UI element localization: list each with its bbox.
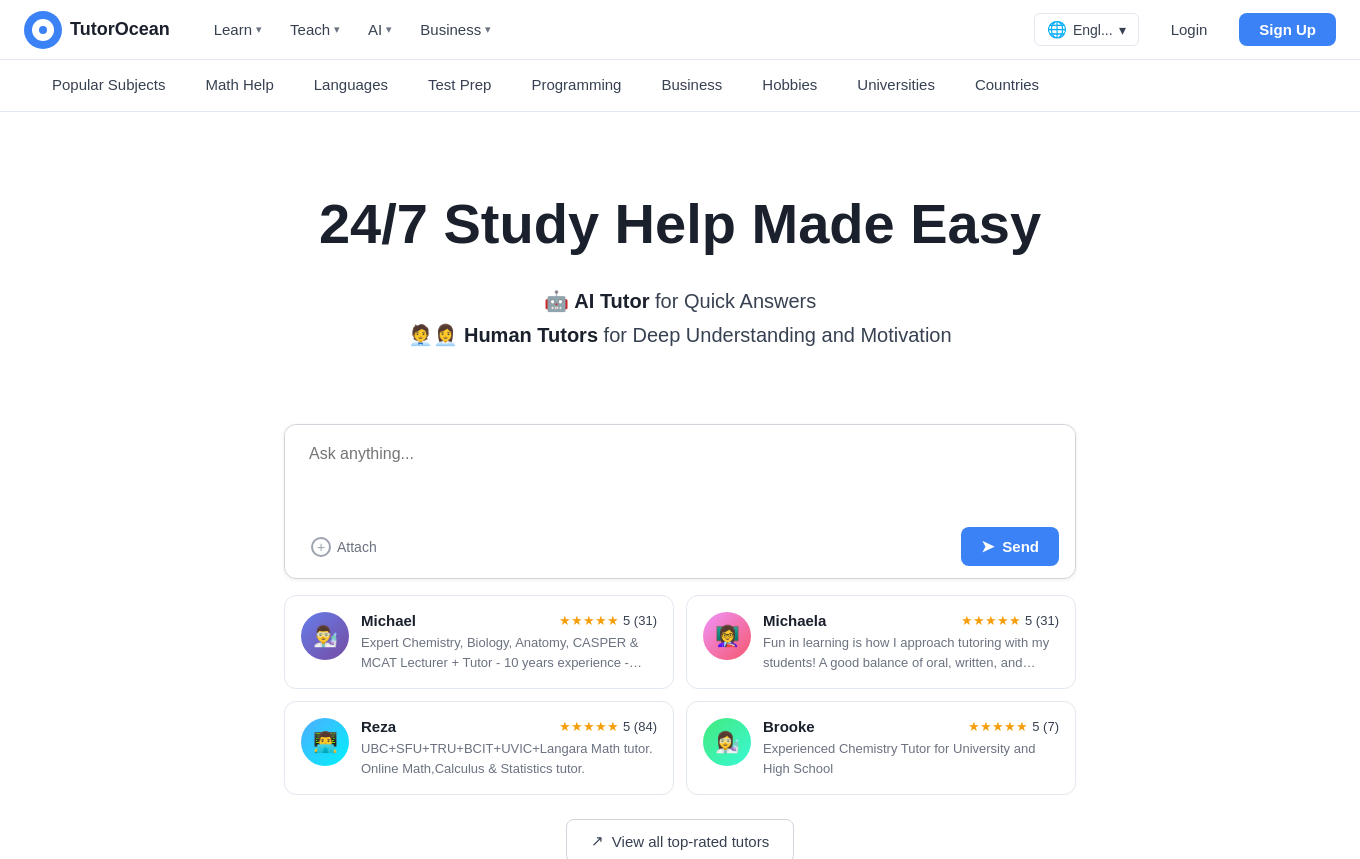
attach-icon: + bbox=[311, 537, 331, 557]
subnav-universities[interactable]: Universities bbox=[837, 60, 955, 112]
attach-button[interactable]: + Attach bbox=[301, 531, 387, 563]
tutor-name-michael: Michael bbox=[361, 612, 416, 629]
nav-links: Learn ▾ Teach ▾ AI ▾ Business ▾ bbox=[202, 13, 1034, 46]
nav-teach[interactable]: Teach ▾ bbox=[278, 13, 352, 46]
hero-ai-line: 🤖 AI Tutor for Quick Answers bbox=[24, 284, 1336, 318]
language-selector[interactable]: 🌐 Engl... ▾ bbox=[1034, 13, 1139, 46]
subnav-test-prep[interactable]: Test Prep bbox=[408, 60, 511, 112]
tutor-card-michaela[interactable]: 👩‍🏫 Michaela ★★★★★ 5 (31) Fun in learnin… bbox=[686, 595, 1076, 689]
tutor-header-michael: Michael ★★★★★ 5 (31) bbox=[361, 612, 657, 629]
stars-brooke: ★★★★★ bbox=[968, 719, 1028, 734]
signup-button[interactable]: Sign Up bbox=[1239, 13, 1336, 46]
logo-icon bbox=[24, 11, 62, 49]
avatar-michaela: 👩‍🏫 bbox=[703, 612, 751, 660]
external-link-icon: ↗ bbox=[591, 832, 604, 850]
chevron-down-icon: ▾ bbox=[485, 23, 491, 36]
avatar-reza: 👨‍💻 bbox=[301, 718, 349, 766]
tutor-info-michaela: Michaela ★★★★★ 5 (31) Fun in learning is… bbox=[763, 612, 1059, 672]
tutor-desc-michael: Expert Chemistry, Biology, Anatomy, CASP… bbox=[361, 633, 657, 672]
tutor-card-reza[interactable]: 👨‍💻 Reza ★★★★★ 5 (84) UBC+SFU+TRU+BCIT+U… bbox=[284, 701, 674, 795]
subnav-popular-subjects[interactable]: Popular Subjects bbox=[32, 60, 185, 112]
chevron-down-icon: ▾ bbox=[1119, 22, 1126, 38]
human-tutors-bold: Human Tutors bbox=[464, 324, 598, 346]
tutor-rating-reza: ★★★★★ 5 (84) bbox=[559, 719, 657, 734]
chevron-down-icon: ▾ bbox=[386, 23, 392, 36]
hero-human-line: 🧑‍💼👩‍💼 Human Tutors for Deep Understandi… bbox=[24, 318, 1336, 352]
stars-michaela: ★★★★★ bbox=[961, 613, 1021, 628]
rating-value-brooke: 5 (7) bbox=[1032, 719, 1059, 734]
login-button[interactable]: Login bbox=[1155, 13, 1224, 46]
rating-value-reza: 5 (84) bbox=[623, 719, 657, 734]
tutor-info-reza: Reza ★★★★★ 5 (84) UBC+SFU+TRU+BCIT+UVIC+… bbox=[361, 718, 657, 778]
nav-ai[interactable]: AI ▾ bbox=[356, 13, 404, 46]
tutor-header-michaela: Michaela ★★★★★ 5 (31) bbox=[763, 612, 1059, 629]
hero-section: 24/7 Study Help Made Easy 🤖 AI Tutor for… bbox=[0, 112, 1360, 392]
subnav-hobbies[interactable]: Hobbies bbox=[742, 60, 837, 112]
nav-learn[interactable]: Learn ▾ bbox=[202, 13, 274, 46]
tutor-header-reza: Reza ★★★★★ 5 (84) bbox=[361, 718, 657, 735]
tutor-card-michael[interactable]: 👨‍🔬 Michael ★★★★★ 5 (31) Expert Chemistr… bbox=[284, 595, 674, 689]
hero-title: 24/7 Study Help Made Easy bbox=[24, 192, 1336, 256]
subnav-business[interactable]: Business bbox=[641, 60, 742, 112]
subnav-programming[interactable]: Programming bbox=[511, 60, 641, 112]
avatar-michael: 👨‍🔬 bbox=[301, 612, 349, 660]
logo-text: TutorOcean bbox=[70, 19, 170, 40]
globe-icon: 🌐 bbox=[1047, 20, 1067, 39]
tutor-rating-brooke: ★★★★★ 5 (7) bbox=[968, 719, 1059, 734]
search-box: + Attach ➤ Send bbox=[284, 424, 1076, 579]
send-button[interactable]: ➤ Send bbox=[961, 527, 1059, 566]
tutor-info-michael: Michael ★★★★★ 5 (31) Expert Chemistry, B… bbox=[361, 612, 657, 672]
logo[interactable]: TutorOcean bbox=[24, 11, 170, 49]
navbar: TutorOcean Learn ▾ Teach ▾ AI ▾ Business… bbox=[0, 0, 1360, 60]
tutor-header-brooke: Brooke ★★★★★ 5 (7) bbox=[763, 718, 1059, 735]
send-icon: ➤ bbox=[981, 537, 994, 556]
tutor-desc-brooke: Experienced Chemistry Tutor for Universi… bbox=[763, 739, 1059, 778]
subnav: Popular Subjects Math Help Languages Tes… bbox=[0, 60, 1360, 112]
avatar-brooke: 👩‍🔬 bbox=[703, 718, 751, 766]
tutor-info-brooke: Brooke ★★★★★ 5 (7) Experienced Chemistry… bbox=[763, 718, 1059, 778]
tutor-card-brooke[interactable]: 👩‍🔬 Brooke ★★★★★ 5 (7) Experienced Chemi… bbox=[686, 701, 1076, 795]
human-emoji: 🧑‍💼👩‍💼 bbox=[408, 324, 458, 346]
search-footer: + Attach ➤ Send bbox=[285, 519, 1075, 578]
nav-business[interactable]: Business ▾ bbox=[408, 13, 503, 46]
tutor-desc-reza: UBC+SFU+TRU+BCIT+UVIC+Langara Math tutor… bbox=[361, 739, 657, 778]
chevron-down-icon: ▾ bbox=[256, 23, 262, 36]
search-area: + Attach ➤ Send bbox=[260, 424, 1100, 579]
stars-reza: ★★★★★ bbox=[559, 719, 619, 734]
ai-emoji: 🤖 bbox=[544, 290, 569, 312]
tutor-desc-michaela: Fun in learning is how I approach tutori… bbox=[763, 633, 1059, 672]
tutor-name-michaela: Michaela bbox=[763, 612, 826, 629]
subnav-languages[interactable]: Languages bbox=[294, 60, 408, 112]
chevron-down-icon: ▾ bbox=[334, 23, 340, 36]
stars-michael: ★★★★★ bbox=[559, 613, 619, 628]
rating-value-michaela: 5 (31) bbox=[1025, 613, 1059, 628]
human-tutors-suffix: for Deep Understanding and Motivation bbox=[604, 324, 952, 346]
tutor-cards-grid: 👨‍🔬 Michael ★★★★★ 5 (31) Expert Chemistr… bbox=[260, 595, 1100, 795]
search-input[interactable] bbox=[285, 425, 1075, 515]
ai-tutor-bold: AI Tutor bbox=[574, 290, 649, 312]
subnav-math-help[interactable]: Math Help bbox=[185, 60, 293, 112]
tutor-rating-michaela: ★★★★★ 5 (31) bbox=[961, 613, 1059, 628]
rating-value-michael: 5 (31) bbox=[623, 613, 657, 628]
view-all-area: ↗ View all top-rated tutors bbox=[0, 819, 1360, 859]
ai-tutor-suffix: for Quick Answers bbox=[655, 290, 816, 312]
subnav-countries[interactable]: Countries bbox=[955, 60, 1059, 112]
nav-right: 🌐 Engl... ▾ Login Sign Up bbox=[1034, 13, 1336, 46]
tutor-rating-michael: ★★★★★ 5 (31) bbox=[559, 613, 657, 628]
tutor-name-brooke: Brooke bbox=[763, 718, 815, 735]
view-all-button[interactable]: ↗ View all top-rated tutors bbox=[566, 819, 794, 859]
tutor-name-reza: Reza bbox=[361, 718, 396, 735]
